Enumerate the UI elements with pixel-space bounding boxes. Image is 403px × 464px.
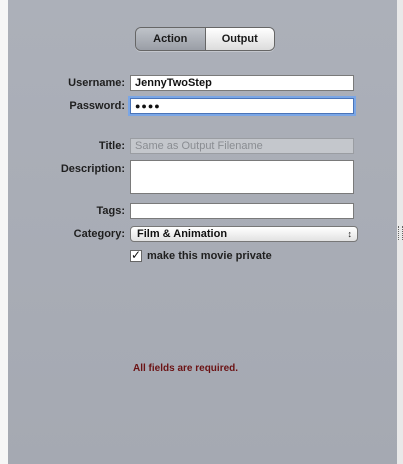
- category-selected-value: Film & Animation: [137, 228, 228, 240]
- description-field[interactable]: [130, 160, 354, 194]
- description-label: Description:: [60, 163, 125, 175]
- title-field[interactable]: Same as Output Filename: [130, 138, 354, 154]
- title-label: Title:: [98, 140, 125, 152]
- private-checkbox-label[interactable]: make this movie private: [147, 250, 272, 262]
- tags-field[interactable]: [130, 203, 354, 219]
- username-label: Username:: [68, 77, 125, 89]
- tab-action[interactable]: Action: [136, 28, 206, 50]
- tags-label: Tags:: [96, 205, 125, 217]
- private-checkbox[interactable]: ✓: [130, 249, 142, 262]
- select-arrows-icon: ↕: [347, 229, 353, 239]
- username-field[interactable]: JennyTwoStep: [130, 75, 354, 91]
- password-label: Password:: [69, 100, 125, 112]
- required-fields-message: All fields are required.: [133, 363, 239, 374]
- tab-output[interactable]: Output: [205, 28, 274, 50]
- category-label: Category:: [73, 228, 125, 240]
- left-window-strip: [0, 0, 8, 464]
- mode-segmented-control[interactable]: Action Output: [135, 27, 275, 51]
- category-select[interactable]: Film & Animation ↕: [130, 226, 358, 242]
- password-field[interactable]: ●●●●: [130, 98, 354, 114]
- resize-handle[interactable]: [398, 226, 403, 240]
